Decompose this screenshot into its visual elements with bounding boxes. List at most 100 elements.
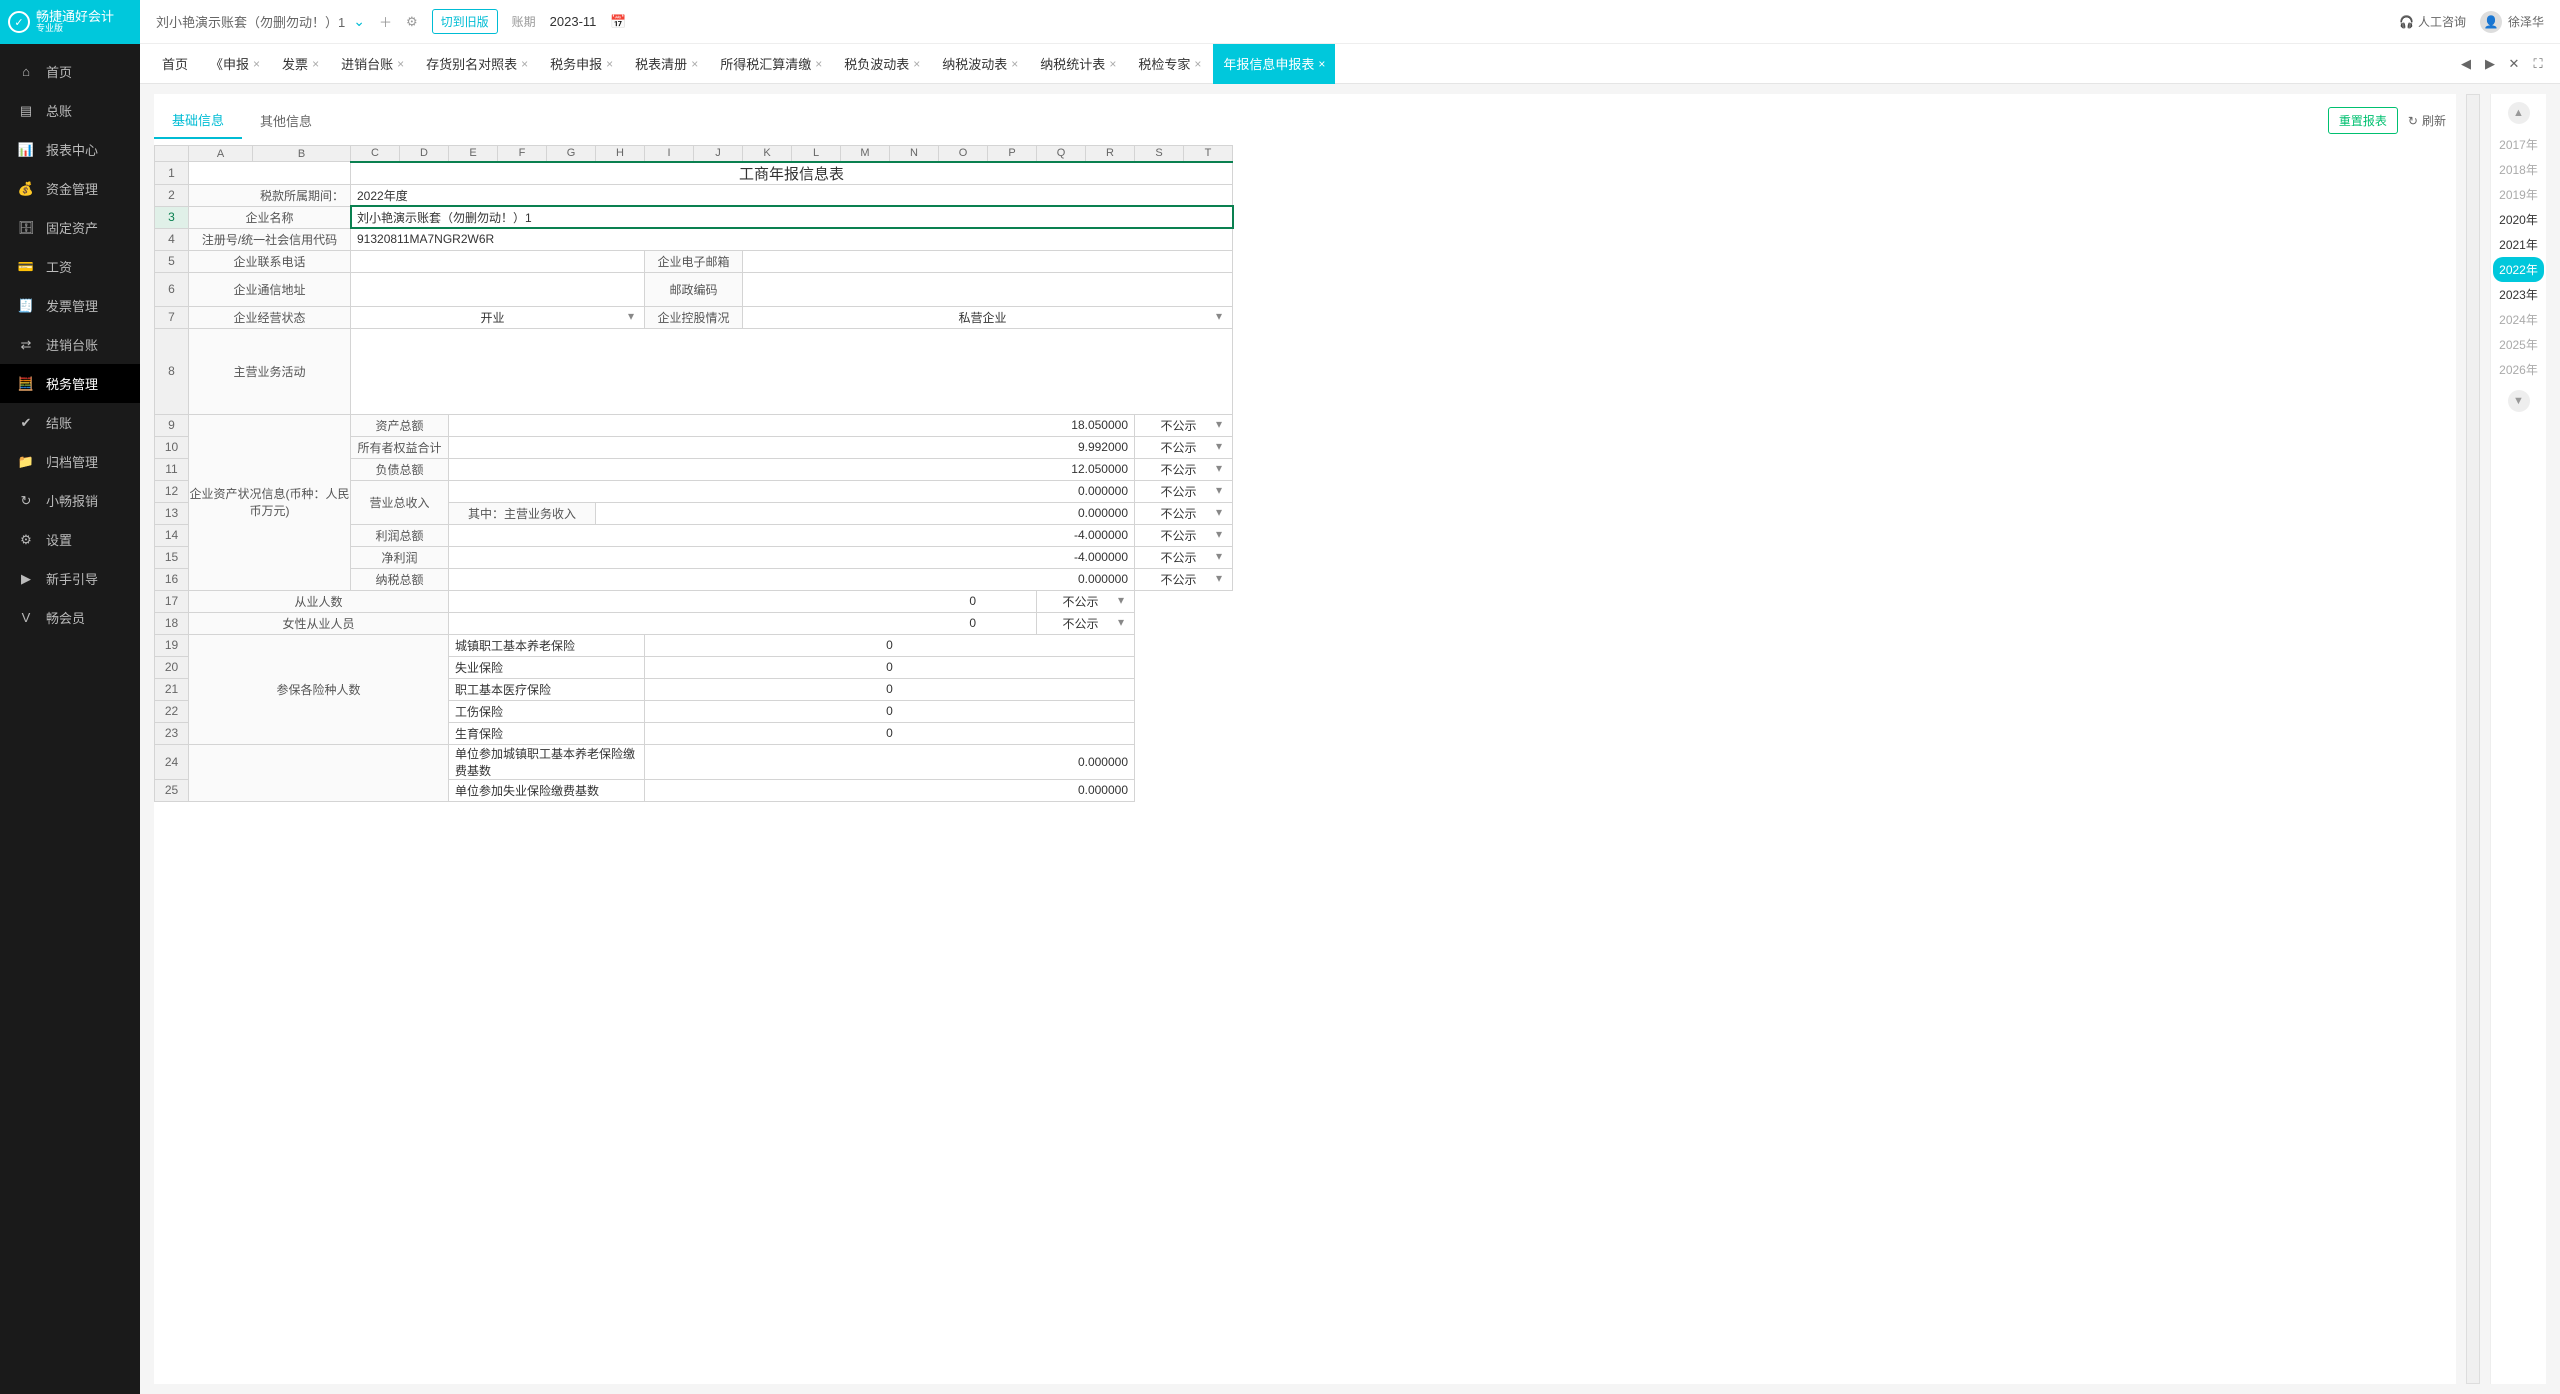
publish-select[interactable]: 不公示 xyxy=(1135,458,1233,480)
nav-invoice[interactable]: 🧾发票管理 xyxy=(0,286,140,325)
close-icon[interactable]: × xyxy=(1109,57,1116,71)
spreadsheet-grid[interactable]: ABCDEFGHIJKLMNOPQRST1工商年报信息表2税款所属期间：2022… xyxy=(154,145,2456,1384)
nav-ledger[interactable]: ▤总账 xyxy=(0,91,140,130)
col-header[interactable]: A xyxy=(189,146,253,162)
row-header[interactable]: 17 xyxy=(155,590,189,612)
close-icon[interactable]: × xyxy=(913,57,920,71)
nav-inout[interactable]: ⇄进销台账 xyxy=(0,325,140,364)
row-header[interactable]: 3 xyxy=(155,206,189,228)
publish-select[interactable]: 不公示 xyxy=(1135,480,1233,502)
addr-value[interactable] xyxy=(351,272,645,306)
female-value[interactable]: 0 xyxy=(449,612,1037,634)
regno-value[interactable]: 91320811MA7NGR2W6R xyxy=(351,228,1233,250)
switch-old-button[interactable]: 切到旧版 xyxy=(432,9,498,34)
status-select[interactable]: 开业 xyxy=(351,306,645,328)
row-header[interactable]: 15 xyxy=(155,546,189,568)
nav-fund[interactable]: 💰资金管理 xyxy=(0,169,140,208)
row-header[interactable]: 20 xyxy=(155,656,189,678)
ins-value[interactable]: 0 xyxy=(645,634,1135,656)
year-option[interactable]: 2020年 xyxy=(2493,207,2544,232)
year-option[interactable]: 2023年 xyxy=(2493,282,2544,307)
close-icon[interactable]: × xyxy=(1194,57,1201,71)
tab-prev-icon[interactable]: ◀ xyxy=(2456,54,2476,74)
mainbiz-value[interactable] xyxy=(351,328,1233,414)
col-header[interactable]: J xyxy=(694,146,743,162)
close-icon[interactable]: × xyxy=(397,57,404,71)
tab[interactable]: 《申报× xyxy=(200,44,270,84)
row-header[interactable]: 9 xyxy=(155,414,189,436)
nav-asset[interactable]: 🗄固定资产 xyxy=(0,208,140,247)
row-header[interactable]: 6 xyxy=(155,272,189,306)
cell-value[interactable]: 0.000000 xyxy=(449,568,1135,590)
row-header[interactable]: 22 xyxy=(155,700,189,722)
company-value[interactable]: 刘小艳演示账套（勿删勿动！）1 xyxy=(351,206,1233,228)
ins-value[interactable]: 0 xyxy=(645,678,1135,700)
cell-value[interactable]: 0.000000 xyxy=(449,480,1135,502)
year-down-icon[interactable]: ▼ xyxy=(2508,390,2530,412)
row-header[interactable]: 11 xyxy=(155,458,189,480)
close-icon[interactable]: × xyxy=(1318,57,1325,71)
year-option[interactable]: 2021年 xyxy=(2493,232,2544,257)
row-header[interactable]: 2 xyxy=(155,184,189,206)
tab[interactable]: 纳税波动表× xyxy=(932,44,1028,84)
user-menu[interactable]: 👤 徐泽华 xyxy=(2480,11,2544,33)
col-header[interactable]: Q xyxy=(1037,146,1086,162)
close-icon[interactable]: × xyxy=(521,57,528,71)
tab[interactable]: 首页 xyxy=(152,44,198,84)
sub-tab-other[interactable]: 其他信息 xyxy=(242,103,330,138)
publish-select[interactable]: 不公示 xyxy=(1135,502,1233,524)
close-icon[interactable]: × xyxy=(691,57,698,71)
nav-salary[interactable]: 💳工资 xyxy=(0,247,140,286)
nav-report[interactable]: 📊报表中心 xyxy=(0,130,140,169)
col-header[interactable]: H xyxy=(596,146,645,162)
tab-close-all-icon[interactable]: ✕ xyxy=(2504,54,2524,74)
email-value[interactable] xyxy=(743,250,1233,272)
col-header[interactable]: T xyxy=(1184,146,1233,162)
col-header[interactable]: K xyxy=(743,146,792,162)
row-header[interactable]: 16 xyxy=(155,568,189,590)
row-header[interactable]: 12 xyxy=(155,480,189,502)
publish-select[interactable]: 不公示 xyxy=(1135,436,1233,458)
calendar-icon[interactable]: 📅 xyxy=(610,14,626,30)
tab[interactable]: 年报信息申报表× xyxy=(1213,44,1335,84)
row-header[interactable]: 23 xyxy=(155,722,189,744)
cell-value[interactable]: 12.050000 xyxy=(449,458,1135,480)
row-header[interactable]: 18 xyxy=(155,612,189,634)
gear-icon[interactable]: ⚙ xyxy=(406,14,418,30)
nav-archive[interactable]: 📁归档管理 xyxy=(0,442,140,481)
nav-settings[interactable]: ⚙设置 xyxy=(0,520,140,559)
cell-value[interactable]: 18.050000 xyxy=(449,414,1135,436)
col-header[interactable]: C xyxy=(351,146,400,162)
col-header[interactable]: E xyxy=(449,146,498,162)
tab-next-icon[interactable]: ▶ xyxy=(2480,54,2500,74)
close-icon[interactable]: × xyxy=(312,57,319,71)
add-icon[interactable]: ＋ xyxy=(379,12,392,31)
col-header[interactable]: S xyxy=(1135,146,1184,162)
refresh-button[interactable]: ↻ 刷新 xyxy=(2408,112,2446,129)
publish-select[interactable]: 不公示 xyxy=(1135,568,1233,590)
row-header[interactable]: 14 xyxy=(155,524,189,546)
row-header[interactable]: 8 xyxy=(155,328,189,414)
ins-value[interactable]: 0 xyxy=(645,656,1135,678)
publish-select[interactable]: 不公示 xyxy=(1037,590,1135,612)
ins-value[interactable]: 0 xyxy=(645,700,1135,722)
cell-value[interactable]: 0.000000 xyxy=(596,502,1135,524)
emp-value[interactable]: 0 xyxy=(449,590,1037,612)
col-header[interactable]: B xyxy=(253,146,351,162)
tab[interactable]: 进销台账× xyxy=(331,44,414,84)
consult-button[interactable]: 🎧 人工咨询 xyxy=(2399,13,2466,30)
zip-value[interactable] xyxy=(743,272,1233,306)
base-value[interactable]: 0.000000 xyxy=(645,779,1135,801)
tab[interactable]: 税务申报× xyxy=(540,44,623,84)
account-selector[interactable]: 刘小艳演示账套（勿删勿动！）1 ⌄ xyxy=(156,12,365,31)
tab[interactable]: 税检专家× xyxy=(1128,44,1211,84)
ins-value[interactable]: 0 xyxy=(645,722,1135,744)
close-icon[interactable]: × xyxy=(253,57,260,71)
period-value[interactable]: 2023-11 xyxy=(550,14,597,29)
col-header[interactable]: G xyxy=(547,146,596,162)
publish-select[interactable]: 不公示 xyxy=(1135,414,1233,436)
col-header[interactable] xyxy=(155,146,189,162)
nav-tax[interactable]: 🧮税务管理 xyxy=(0,364,140,403)
tab[interactable]: 税表清册× xyxy=(625,44,708,84)
row-header[interactable]: 7 xyxy=(155,306,189,328)
